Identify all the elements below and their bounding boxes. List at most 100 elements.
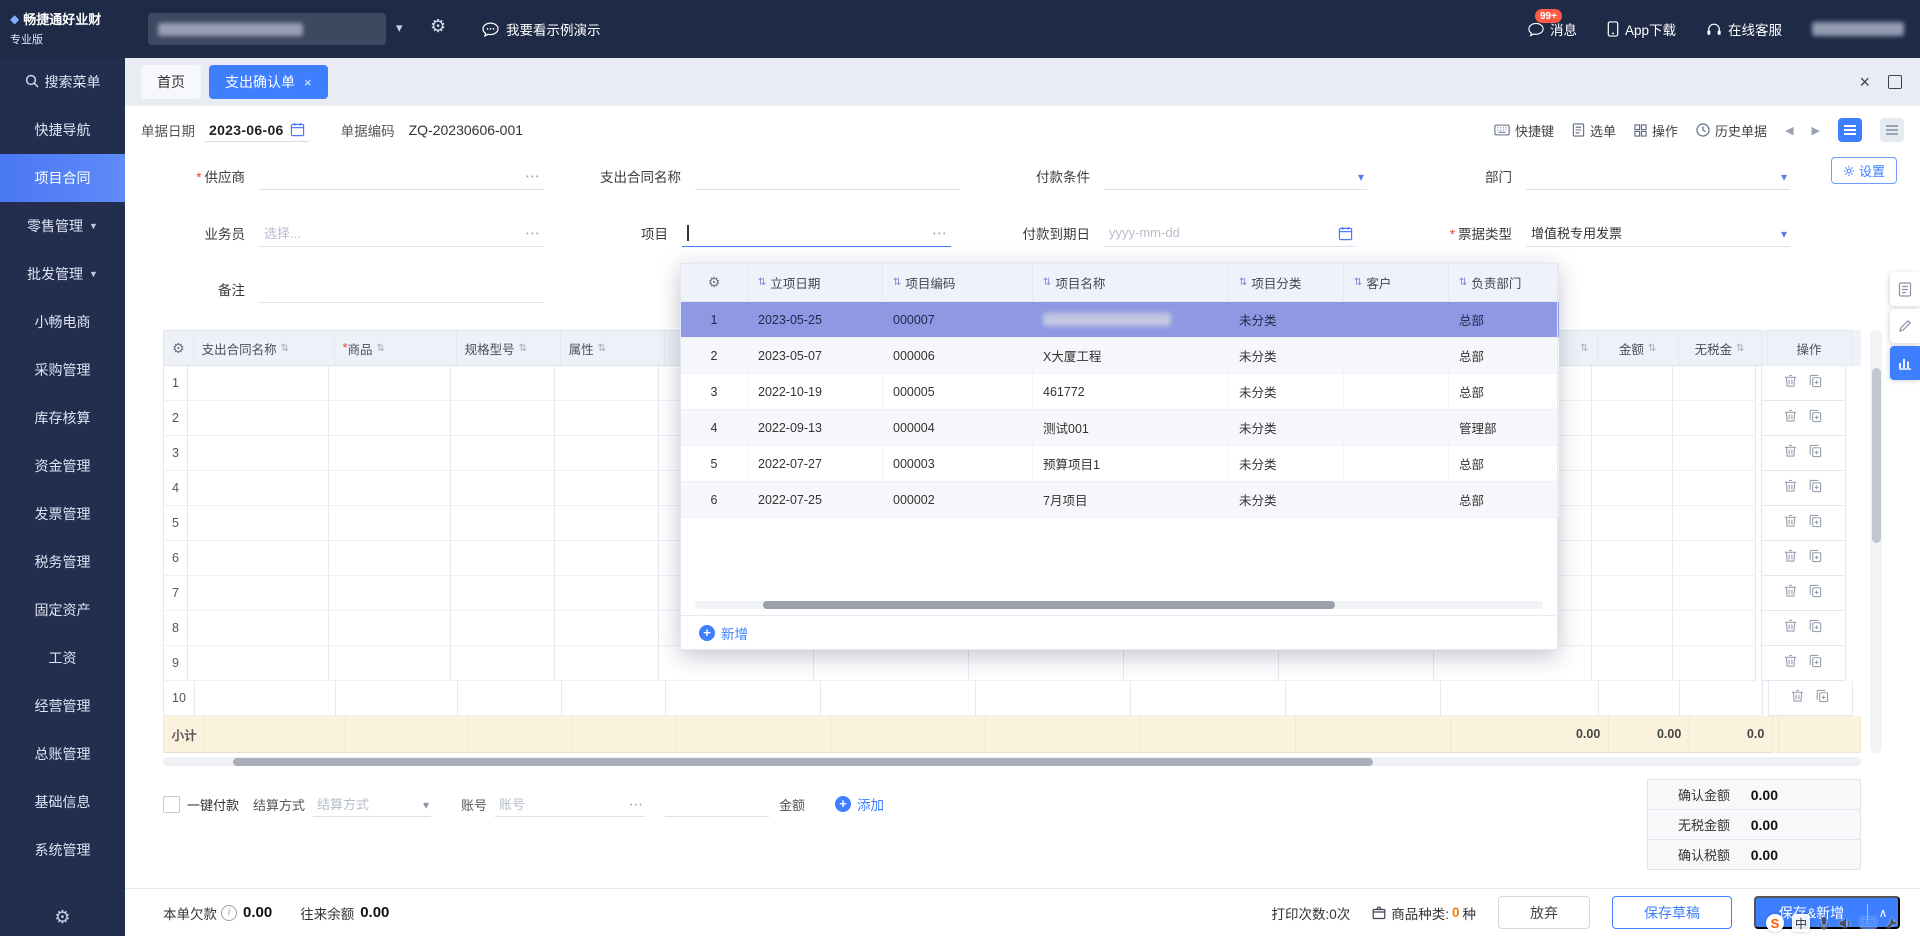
grid-col-header-11[interactable]: 金额 ⇅ <box>1597 330 1679 366</box>
grid-cell[interactable] <box>1672 401 1756 436</box>
grid-cell[interactable] <box>328 576 451 611</box>
grid-hscroll-thumb[interactable] <box>233 757 1373 766</box>
grid-cell[interactable] <box>554 576 659 611</box>
copy-row-icon[interactable] <box>1809 514 1822 533</box>
tab-1[interactable]: 首页 <box>141 65 201 99</box>
add-project-button[interactable]: + 新增 <box>699 623 748 643</box>
topbar-gear-icon[interactable]: ⚙ <box>430 17 446 35</box>
grid-cell[interactable] <box>187 436 329 471</box>
sidebar-item-1[interactable]: 搜索菜单 <box>0 58 125 106</box>
grid-cell[interactable] <box>1672 646 1756 681</box>
grid-cell[interactable] <box>1591 541 1673 576</box>
delete-row-icon[interactable] <box>1784 409 1797 428</box>
dropdown-col-header-2[interactable]: ⇅ 项目编码 <box>883 264 1033 301</box>
delete-row-icon[interactable] <box>1784 654 1797 673</box>
delete-row-icon[interactable] <box>1791 689 1804 708</box>
grid-cell[interactable] <box>450 366 555 401</box>
grid-cell[interactable] <box>554 366 659 401</box>
delete-row-icon[interactable] <box>1784 374 1797 393</box>
dropdown-col-header-6[interactable]: ⇅ 负责部门 <box>1449 264 1559 301</box>
grid-cell[interactable] <box>450 471 555 506</box>
sidebar-item-10[interactable]: 发票管理 <box>0 490 125 538</box>
speaker-icon[interactable] <box>1838 917 1852 930</box>
ime-logo-icon[interactable]: S <box>1766 914 1784 932</box>
list-view-toggle[interactable] <box>1838 118 1862 142</box>
sidebar-item-15[interactable]: 总账管理 <box>0 730 125 778</box>
sort-icon[interactable]: ⇅ <box>1736 343 1744 354</box>
delete-row-icon[interactable] <box>1784 584 1797 603</box>
grid-cell[interactable] <box>328 541 451 576</box>
project-option-4[interactable]: 4 2022-09-13 000004 测试001 未分类 管理部 <box>681 410 1559 446</box>
grid-cell[interactable] <box>1672 436 1756 471</box>
grid-cell[interactable] <box>328 366 451 401</box>
sidebar-item-17[interactable]: 系统管理 <box>0 826 125 874</box>
grid-cell[interactable] <box>450 576 555 611</box>
grid-cell[interactable] <box>187 611 329 646</box>
history-docs-button[interactable]: 历史单据 <box>1696 121 1767 140</box>
grid-cell[interactable] <box>1672 471 1756 506</box>
copy-row-icon[interactable] <box>1809 654 1822 673</box>
grid-cell[interactable] <box>1278 646 1434 681</box>
sort-icon[interactable]: ⇅ <box>1043 277 1051 288</box>
grid-cell[interactable] <box>554 401 659 436</box>
grid-cell[interactable] <box>457 681 562 716</box>
sort-icon[interactable]: ⇅ <box>893 277 901 288</box>
grid-col-header-4[interactable]: 属性 ⇅ <box>560 330 665 366</box>
department-select[interactable]: ▾ <box>1526 162 1790 190</box>
messages-button[interactable]: 99+ 消息 <box>1528 9 1577 39</box>
account-picker-icon[interactable]: ⋯ <box>629 796 643 813</box>
grid-cell[interactable] <box>665 681 821 716</box>
tray-keyboard-icon[interactable] <box>1860 917 1877 929</box>
sidebar-item-7[interactable]: 采购管理 <box>0 346 125 394</box>
demo-link[interactable]: 我要看示例演示 <box>482 19 601 39</box>
pay-amount-input[interactable] <box>665 791 770 817</box>
grid-cell[interactable] <box>450 401 555 436</box>
dropdown-settings-gear-icon[interactable]: ⚙ <box>681 264 748 301</box>
project-option-3[interactable]: 3 2022-10-19 000005 461772 未分类 总部 <box>681 374 1559 410</box>
grid-cell[interactable] <box>1672 541 1756 576</box>
sidebar-item-9[interactable]: 资金管理 <box>0 442 125 490</box>
due-date-input[interactable]: yyyy-mm-dd <box>1104 219 1355 247</box>
copy-row-icon[interactable] <box>1816 689 1829 708</box>
grid-cell[interactable] <box>1672 366 1756 401</box>
mic-icon[interactable] <box>1818 916 1830 931</box>
department-chevron-icon[interactable]: ▾ <box>1781 170 1787 184</box>
dropdown-col-header-4[interactable]: ⇅ 项目分类 <box>1229 264 1344 301</box>
project-picker-icon[interactable]: ⋯ <box>932 224 948 242</box>
copy-row-icon[interactable] <box>1809 409 1822 428</box>
copy-row-icon[interactable] <box>1809 479 1822 498</box>
invoice-type-select[interactable]: 增值税专用发票 ▾ <box>1526 219 1790 247</box>
project-option-2[interactable]: 2 2023-05-07 000006 X大厦工程 未分类 总部 <box>681 338 1559 374</box>
account-input[interactable]: 账号 ⋯ <box>495 791 646 817</box>
grid-col-header-12[interactable]: 无税金 ⇅ <box>1678 330 1762 366</box>
grid-col-header-2[interactable]: * 商品 ⇅ <box>334 330 457 366</box>
sidebar-item-2[interactable]: 快捷导航 <box>0 106 125 154</box>
dropdown-col-header-3[interactable]: ⇅ 项目名称 <box>1033 264 1229 301</box>
invoice-type-chevron-icon[interactable]: ▾ <box>1781 227 1787 241</box>
grid-col-header-1[interactable]: 支出合同名称 ⇅ <box>193 330 335 366</box>
grid-cell[interactable] <box>554 506 659 541</box>
sidebar-item-11[interactable]: 税务管理 <box>0 538 125 586</box>
sidebar-item-14[interactable]: 经营管理 <box>0 682 125 730</box>
app-download-button[interactable]: App下载 <box>1607 19 1676 39</box>
one-click-pay-checkbox[interactable] <box>163 795 180 813</box>
project-option-6[interactable]: 6 2022-07-25 000002 7月项目 未分类 总部 <box>681 482 1559 518</box>
sort-icon[interactable]: ⇅ <box>376 343 384 354</box>
salesman-picker-icon[interactable]: ⋯ <box>525 224 541 242</box>
sidebar-item-16[interactable]: 基础信息 <box>0 778 125 826</box>
project-option-5[interactable]: 5 2022-07-27 000003 预算项目1 未分类 总部 <box>681 446 1559 482</box>
copy-row-icon[interactable] <box>1809 619 1822 638</box>
sidebar-item-5[interactable]: 批发管理 ▼ <box>0 250 125 298</box>
grid-cell[interactable] <box>1672 506 1756 541</box>
grid-cell[interactable] <box>1123 646 1279 681</box>
grid-cell[interactable] <box>450 646 555 681</box>
grid-cell[interactable] <box>328 401 451 436</box>
operate-button[interactable]: 操作 <box>1634 121 1678 140</box>
grid-cell[interactable] <box>1591 436 1673 471</box>
settle-method-chevron-icon[interactable]: ▾ <box>423 798 429 812</box>
remark-input[interactable] <box>259 275 544 303</box>
sort-icon[interactable]: ⇅ <box>758 277 766 288</box>
sort-icon[interactable]: ⇅ <box>1648 343 1656 354</box>
grid-cell[interactable] <box>554 471 659 506</box>
grid-cell[interactable] <box>1591 471 1673 506</box>
